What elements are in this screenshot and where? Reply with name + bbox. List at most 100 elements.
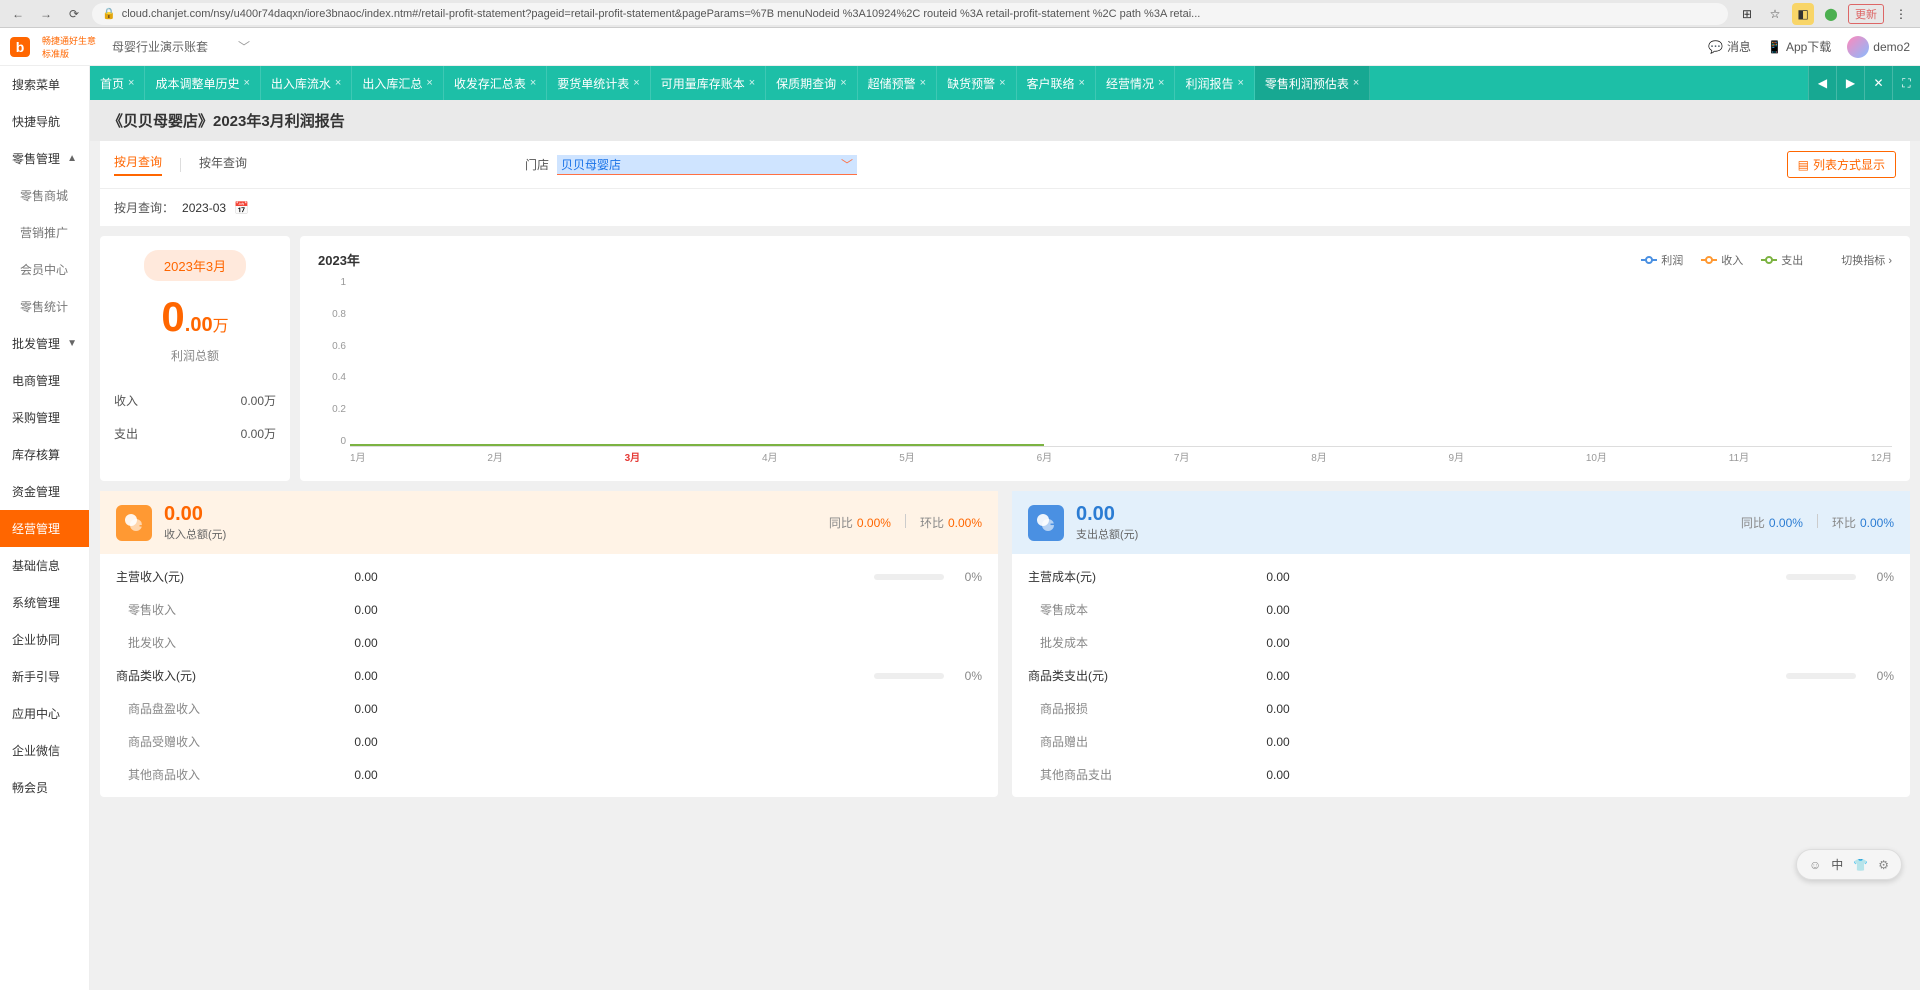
close-icon[interactable]: × [1353,77,1359,89]
tab[interactable]: 收发存汇总表× [444,66,547,100]
store-value[interactable]: 贝贝母婴店 ﹀ [557,155,857,175]
sidebar-item[interactable]: 快捷导航 [0,103,89,140]
tab[interactable]: 出入库汇总× [352,66,443,100]
tab[interactable]: 零售利润预估表× [1255,66,1370,100]
account-selector[interactable]: 母婴行业演示账套 ﹀ [112,38,250,55]
sidebar-item[interactable]: 企业协同 [0,621,89,658]
ext2-icon[interactable]: ◧ [1792,3,1814,25]
tab[interactable]: 要货单统计表× [547,66,650,100]
detail-row: 零售成本0.00 [1028,593,1894,626]
tab[interactable]: 首页× [90,66,145,100]
progress-bar [1786,673,1856,679]
close-icon[interactable]: × [1158,77,1164,89]
close-icon[interactable]: × [530,77,536,89]
ime-mode[interactable]: 中 [1831,856,1843,873]
tabs-fullscreen[interactable]: ⛶ [1892,66,1920,100]
list-display-button[interactable]: ▤ 列表方式显示 [1787,151,1896,178]
tab[interactable]: 缺货预警× [937,66,1016,100]
sidebar-item[interactable]: 电商管理 [0,362,89,399]
tab[interactable]: 经营情况× [1096,66,1175,100]
ime-widget[interactable]: ☺ 中 👕 ⚙ [1796,849,1902,880]
tab[interactable]: 超储预警× [858,66,937,100]
tab[interactable]: 利润报告× [1175,66,1254,100]
tab-by-month[interactable]: 按月查询 [114,153,162,176]
chart-plot[interactable]: 10.80.60.40.20 1月2月3月4月5月6月7月8月9月10月11月1… [318,277,1892,467]
close-icon[interactable]: × [920,77,926,89]
forward-button[interactable]: → [36,4,56,24]
messages-link[interactable]: 💬 消息 [1708,38,1751,55]
tabs-scroll-right[interactable]: ▶ [1836,66,1864,100]
tab[interactable]: 成本调整单历史× [145,66,260,100]
sidebar-item[interactable]: 零售商城 [0,177,89,214]
close-icon[interactable]: × [999,77,1005,89]
profit-label: 利润总额 [171,347,219,364]
sidebar-item[interactable]: 零售统计 [0,288,89,325]
sidebar-item[interactable]: 会员中心 [0,251,89,288]
sidebar-item[interactable]: 搜索菜单 [0,66,89,103]
url-bar[interactable]: 🔒 cloud.chanjet.com/nsy/u400r74daqxn/ior… [92,3,1728,25]
gear-icon[interactable]: ⚙ [1878,858,1889,872]
account-name: 母婴行业演示账套 [112,38,208,55]
sidebar-item[interactable]: 新手引导 [0,658,89,695]
date-value[interactable]: 2023-03 [182,201,226,215]
sidebar-item[interactable]: 零售管理▲ [0,140,89,177]
tab[interactable]: 出入库流水× [261,66,352,100]
tabs-bar: 首页×成本调整单历史×出入库流水×出入库汇总×收发存汇总表×要货单统计表×可用量… [90,66,1920,100]
sidebar-item[interactable]: 营销推广 [0,214,89,251]
sidebar-item[interactable]: 企业微信 [0,732,89,769]
close-icon[interactable]: × [840,77,846,89]
menu-icon[interactable]: ⋮ [1890,3,1912,25]
sidebar-item[interactable]: 采购管理 [0,399,89,436]
tab-by-year[interactable]: 按年查询 [199,154,247,175]
tab[interactable]: 客户联络× [1017,66,1096,100]
svg-text:+: + [139,519,146,533]
tabs-close-all[interactable]: ✕ [1864,66,1892,100]
app-download-link[interactable]: 📱 App下载 [1767,38,1831,55]
store-label: 门店 [525,156,549,173]
close-icon[interactable]: × [335,77,341,89]
sidebar-item[interactable]: 库存核算 [0,436,89,473]
back-button[interactable]: ← [8,4,28,24]
sidebar-item[interactable]: 基础信息 [0,547,89,584]
sidebar-item[interactable]: 批发管理▼ [0,325,89,362]
logo[interactable]: b [10,37,30,57]
close-icon[interactable]: × [243,77,249,89]
store-selector[interactable]: 门店 贝贝母婴店 ﹀ [525,155,857,175]
close-icon[interactable]: × [426,77,432,89]
tab[interactable]: 可用量库存账本× [651,66,766,100]
close-icon[interactable]: × [1079,77,1085,89]
detail-row: 商品盘盈收入0.00 [116,692,982,725]
calendar-icon[interactable]: 📅 [234,201,249,215]
close-icon[interactable]: × [633,77,639,89]
update-button[interactable]: 更新 [1848,4,1884,24]
legend-expense[interactable]: 支出 [1761,252,1803,268]
detail-row: 商品报损0.00 [1028,692,1894,725]
expense-sub: 支出总额(元) [1076,526,1138,542]
sidebar-item[interactable]: 系统管理 [0,584,89,621]
sidebar-item[interactable]: 经营管理 [0,510,89,547]
legend-income[interactable]: 收入 [1701,252,1743,268]
summary-card: 2023年3月 0 .00 万 利润总额 收入 0.00万 支出 0.00万 [100,236,290,481]
shirt-icon[interactable]: 👕 [1853,858,1868,872]
close-icon[interactable]: × [749,77,755,89]
expense-icon: − [1028,505,1064,541]
close-icon[interactable]: × [128,77,134,89]
switch-indicator[interactable]: 切换指标 › [1841,252,1892,268]
ext3-icon[interactable]: ⬤ [1820,3,1842,25]
phone-icon: 📱 [1767,40,1782,54]
expense-stat: 支出 0.00万 [114,417,276,450]
close-icon[interactable]: × [1237,77,1243,89]
reload-button[interactable]: ⟳ [64,4,84,24]
star-icon[interactable]: ☆ [1764,3,1786,25]
sidebar-item[interactable]: 畅会员 [0,769,89,806]
tab[interactable]: 保质期查询× [766,66,857,100]
extension-icon[interactable]: ⊞ [1736,3,1758,25]
legend-profit[interactable]: 利润 [1641,252,1683,268]
tabs-scroll-left[interactable]: ◀ [1808,66,1836,100]
sidebar-item[interactable]: 资金管理 [0,473,89,510]
period-badge: 2023年3月 [144,250,246,281]
avatar [1847,36,1869,58]
user-menu[interactable]: demo2 [1847,36,1910,58]
sidebar-item[interactable]: 应用中心 [0,695,89,732]
url-text: cloud.chanjet.com/nsy/u400r74daqxn/iore3… [122,8,1201,20]
